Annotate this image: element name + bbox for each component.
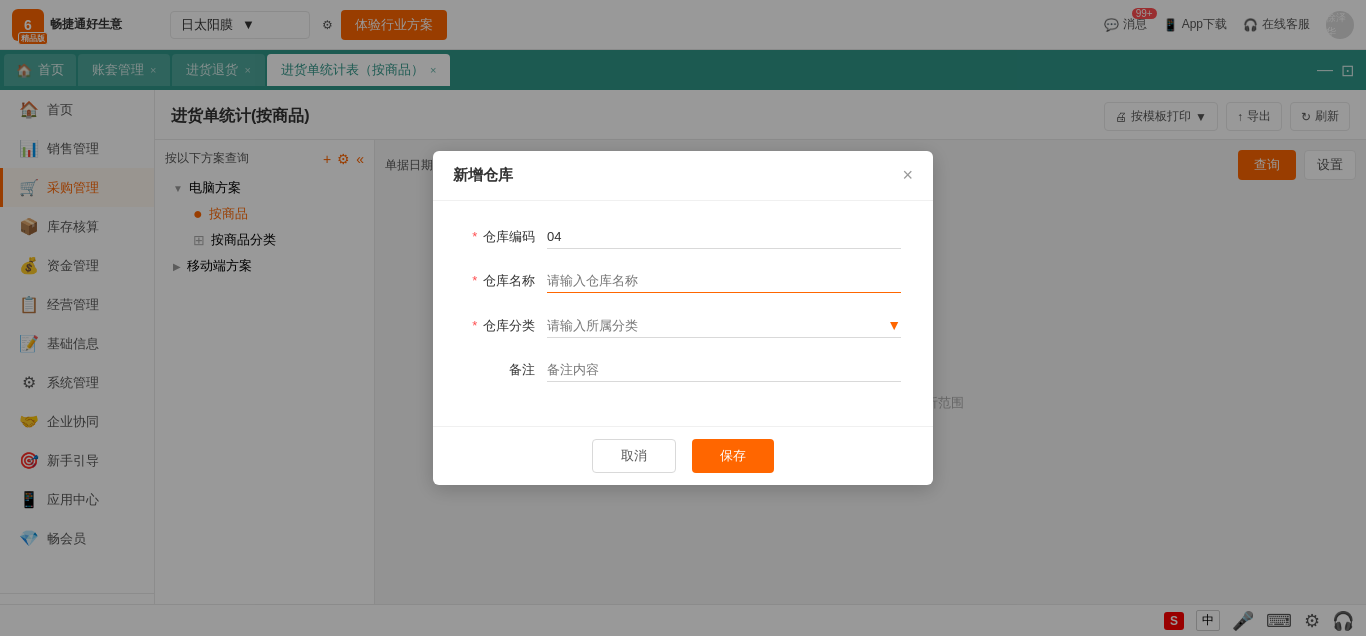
save-button[interactable]: 保存 xyxy=(692,439,774,473)
new-warehouse-dialog: 新增仓库 × * 仓库编码 * 仓库名称 xyxy=(433,151,933,485)
required-star-code: * xyxy=(472,229,477,244)
category-select-container[interactable]: ▼ xyxy=(547,313,901,338)
warehouse-name-input[interactable] xyxy=(547,269,901,293)
form-label-category: * 仓库分类 xyxy=(465,317,535,335)
form-label-code: * 仓库编码 xyxy=(465,228,535,246)
required-star-name: * xyxy=(472,273,477,288)
dialog-close-button[interactable]: × xyxy=(902,165,913,186)
form-label-name: * 仓库名称 xyxy=(465,272,535,290)
warehouse-code-input[interactable] xyxy=(547,225,901,249)
cancel-button[interactable]: 取消 xyxy=(592,439,676,473)
required-star-category: * xyxy=(472,318,477,333)
form-row-category: * 仓库分类 ▼ xyxy=(465,313,901,338)
dialog-header: 新增仓库 × xyxy=(433,151,933,201)
dialog-footer: 取消 保存 xyxy=(433,426,933,485)
form-row-note: 备注 xyxy=(465,358,901,382)
dialog-body: * 仓库编码 * 仓库名称 * 仓库分类 xyxy=(433,201,933,426)
form-label-note: 备注 xyxy=(465,361,535,379)
category-dropdown-icon: ▼ xyxy=(887,317,901,333)
warehouse-category-input[interactable] xyxy=(547,318,887,333)
dialog-title: 新增仓库 xyxy=(453,166,513,185)
form-row-code: * 仓库编码 xyxy=(465,225,901,249)
dialog-overlay: 新增仓库 × * 仓库编码 * 仓库名称 xyxy=(0,0,1366,636)
form-row-name: * 仓库名称 xyxy=(465,269,901,293)
warehouse-note-input[interactable] xyxy=(547,358,901,382)
